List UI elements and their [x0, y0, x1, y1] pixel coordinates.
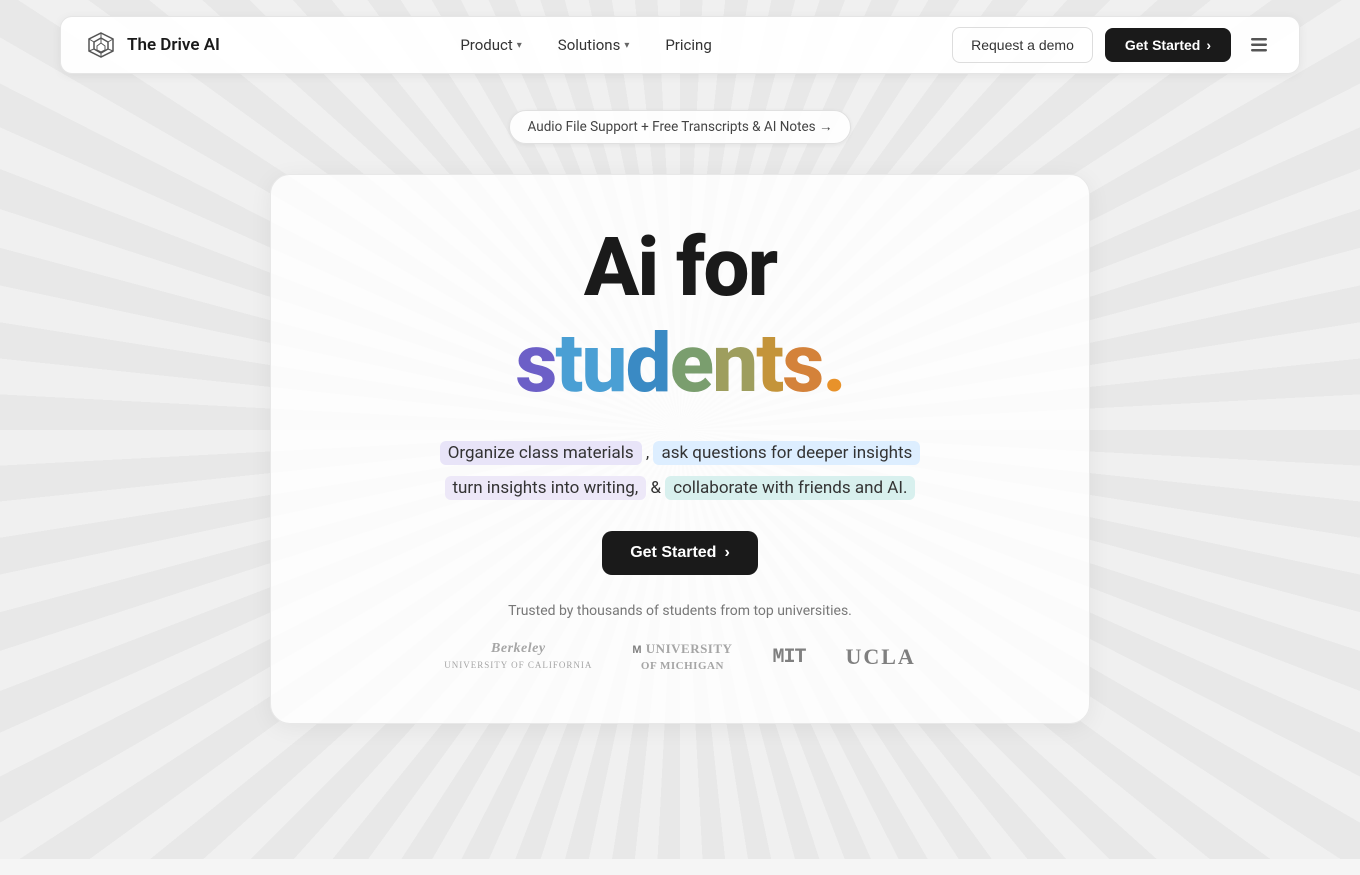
desc-line-2: turn insights into writing, & collaborat…	[351, 474, 1009, 503]
highlight-writing: turn insights into writing,	[445, 476, 647, 500]
letter-t: t	[555, 316, 581, 412]
university-logos: BerkeleyUNIVERSITY OF CALIFORNIA M UNIVE…	[351, 641, 1009, 673]
letter-t2: t	[756, 316, 782, 412]
berkeley-logo: BerkeleyUNIVERSITY OF CALIFORNIA	[444, 641, 592, 673]
nav-links: Product ▾ Solutions ▾ Pricing	[446, 28, 725, 62]
michigan-logo: M UNIVERSITYOF MICHIGAN	[632, 641, 732, 673]
highlight-questions: ask questions for deeper insights	[653, 441, 920, 465]
letter-e: e	[670, 316, 712, 412]
letter-s: s	[515, 316, 555, 412]
started-arrow-icon: ›	[1206, 37, 1211, 53]
navbar-actions: Request a demo Get Started ›	[952, 27, 1275, 63]
letter-s2: s	[782, 316, 822, 412]
main-content: Audio File Support + Free Transcripts & …	[0, 90, 1360, 724]
logo-icon	[85, 29, 117, 61]
hero-get-started-button[interactable]: Get Started ›	[602, 531, 758, 575]
nav-product[interactable]: Product ▾	[446, 28, 535, 62]
letter-dot: .	[822, 316, 844, 412]
nav-pricing[interactable]: Pricing	[651, 28, 725, 62]
nav-solutions[interactable]: Solutions ▾	[544, 28, 644, 62]
trust-text: Trusted by thousands of students from to…	[351, 603, 1009, 619]
letter-u: u	[581, 316, 625, 412]
hero-card: Ai for students. Organize class material…	[270, 174, 1090, 724]
desc-line-1: Organize class materials , ask questions…	[351, 439, 1009, 468]
cta-arrow-icon: ›	[724, 544, 729, 562]
highlight-collaborate: collaborate with friends and AI.	[665, 476, 915, 500]
hero-title-top: Ai for	[351, 225, 1009, 311]
navbar: The Drive AI Product ▾ Solutions ▾ Prici…	[60, 16, 1300, 74]
nav-get-started-button[interactable]: Get Started ›	[1105, 28, 1231, 62]
request-demo-button[interactable]: Request a demo	[952, 27, 1093, 63]
highlight-organize: Organize class materials	[440, 441, 642, 465]
letter-d: d	[626, 316, 670, 412]
hero-title-students: students.	[351, 319, 1009, 409]
solutions-chevron-icon: ▾	[624, 40, 629, 51]
ucla-logo: UCLA	[845, 644, 915, 670]
hero-description: Organize class materials , ask questions…	[351, 439, 1009, 503]
menu-icon[interactable]	[1243, 29, 1275, 61]
brand-logo[interactable]: The Drive AI	[85, 29, 220, 61]
announcement-banner[interactable]: Audio File Support + Free Transcripts & …	[509, 110, 852, 144]
mit-logo: MIT	[772, 646, 805, 669]
product-chevron-icon: ▾	[517, 40, 522, 51]
letter-n: n	[712, 316, 756, 412]
brand-name: The Drive AI	[127, 35, 220, 55]
